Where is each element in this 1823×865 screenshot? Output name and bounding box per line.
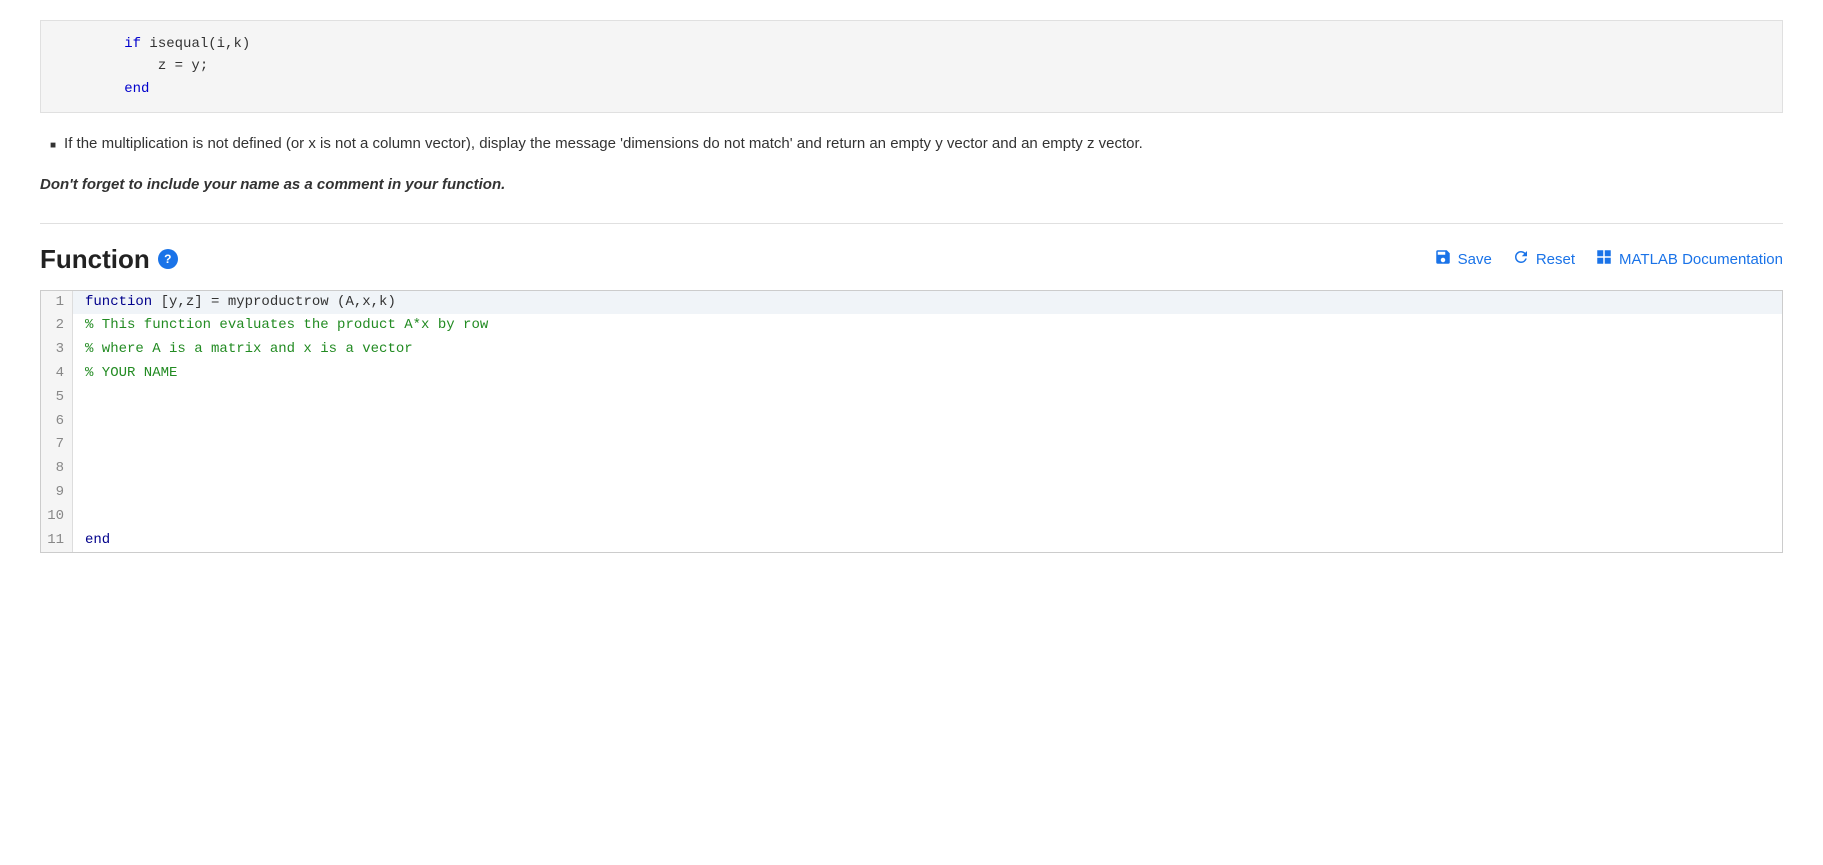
- matlab-docs-button[interactable]: MATLAB Documentation: [1595, 248, 1783, 271]
- code-line-3: 3 % where A is a matrix and x is a vecto…: [41, 338, 1782, 362]
- line-content-2: % This function evaluates the product A*…: [73, 314, 1782, 338]
- reset-button[interactable]: Reset: [1512, 248, 1575, 271]
- code-line-11: 11 end: [41, 529, 1782, 553]
- bullet-item: ■ If the multiplication is not defined (…: [50, 133, 1783, 156]
- line-number-3: 3: [41, 338, 73, 362]
- keyword-if: if: [124, 36, 141, 52]
- code-line-7: 7: [41, 433, 1782, 457]
- line-number-4: 4: [41, 362, 73, 386]
- code-line-5: 5: [41, 386, 1782, 410]
- top-code-line-1: if isequal(i,k): [57, 33, 1766, 55]
- bullet-icon: ■: [50, 138, 56, 153]
- function-title-group: Function ?: [40, 244, 178, 275]
- reset-icon: [1512, 248, 1530, 271]
- line-content-9: [73, 481, 1782, 505]
- line-number-9: 9: [41, 481, 73, 505]
- line-content-1: function [y,z] = myproductrow (A,x,k): [73, 291, 1782, 315]
- code-line-2: 2 % This function evaluates the product …: [41, 314, 1782, 338]
- top-code-line-3: end: [57, 78, 1766, 100]
- code-line-8: 8: [41, 457, 1782, 481]
- line-number-2: 2: [41, 314, 73, 338]
- code-line-1: 1 function [y,z] = myproductrow (A,x,k): [41, 291, 1782, 315]
- code-line-10: 10: [41, 505, 1782, 529]
- function-header: Function ? Save: [40, 244, 1783, 275]
- reset-label: Reset: [1536, 251, 1575, 268]
- header-actions: Save Reset M: [1434, 248, 1783, 271]
- line-number-10: 10: [41, 505, 73, 529]
- code-line-9: 9: [41, 481, 1782, 505]
- line-content-11: end: [73, 529, 1782, 553]
- keyword-end-top: end: [124, 81, 149, 97]
- matlab-docs-label: MATLAB Documentation: [1619, 251, 1783, 268]
- line-content-5: [73, 386, 1782, 410]
- save-button[interactable]: Save: [1434, 248, 1492, 271]
- matlab-docs-icon: [1595, 248, 1613, 271]
- kw-end: end: [85, 532, 110, 548]
- save-icon: [1434, 248, 1452, 271]
- page-container: if isequal(i,k) z = y; end ■ If the mult…: [0, 0, 1823, 573]
- line-number-6: 6: [41, 410, 73, 434]
- line-number-8: 8: [41, 457, 73, 481]
- code-line-4: 4 % YOUR NAME: [41, 362, 1782, 386]
- section-divider: [40, 223, 1783, 224]
- line-content-3: % where A is a matrix and x is a vector: [73, 338, 1782, 362]
- line-content-4: % YOUR NAME: [73, 362, 1782, 386]
- code-line-6: 6: [41, 410, 1782, 434]
- line-number-11: 11: [41, 529, 73, 553]
- code-editor[interactable]: 1 function [y,z] = myproductrow (A,x,k) …: [40, 290, 1783, 554]
- line-number-1: 1: [41, 291, 73, 315]
- line-content-10: [73, 505, 1782, 529]
- kw-function: function: [85, 294, 152, 310]
- line-content-8: [73, 457, 1782, 481]
- bullet-text: If the multiplication is not defined (or…: [64, 133, 1143, 156]
- line-number-5: 5: [41, 386, 73, 410]
- bullet-section: ■ If the multiplication is not defined (…: [40, 133, 1783, 156]
- top-code-block: if isequal(i,k) z = y; end: [40, 20, 1783, 113]
- save-label: Save: [1458, 251, 1492, 268]
- function-title: Function: [40, 244, 150, 275]
- line-content-7: [73, 433, 1782, 457]
- italic-note: Don't forget to include your name as a c…: [40, 176, 1783, 193]
- line-number-7: 7: [41, 433, 73, 457]
- help-icon[interactable]: ?: [158, 249, 178, 269]
- line-content-6: [73, 410, 1782, 434]
- top-code-line-2: z = y;: [57, 55, 1766, 77]
